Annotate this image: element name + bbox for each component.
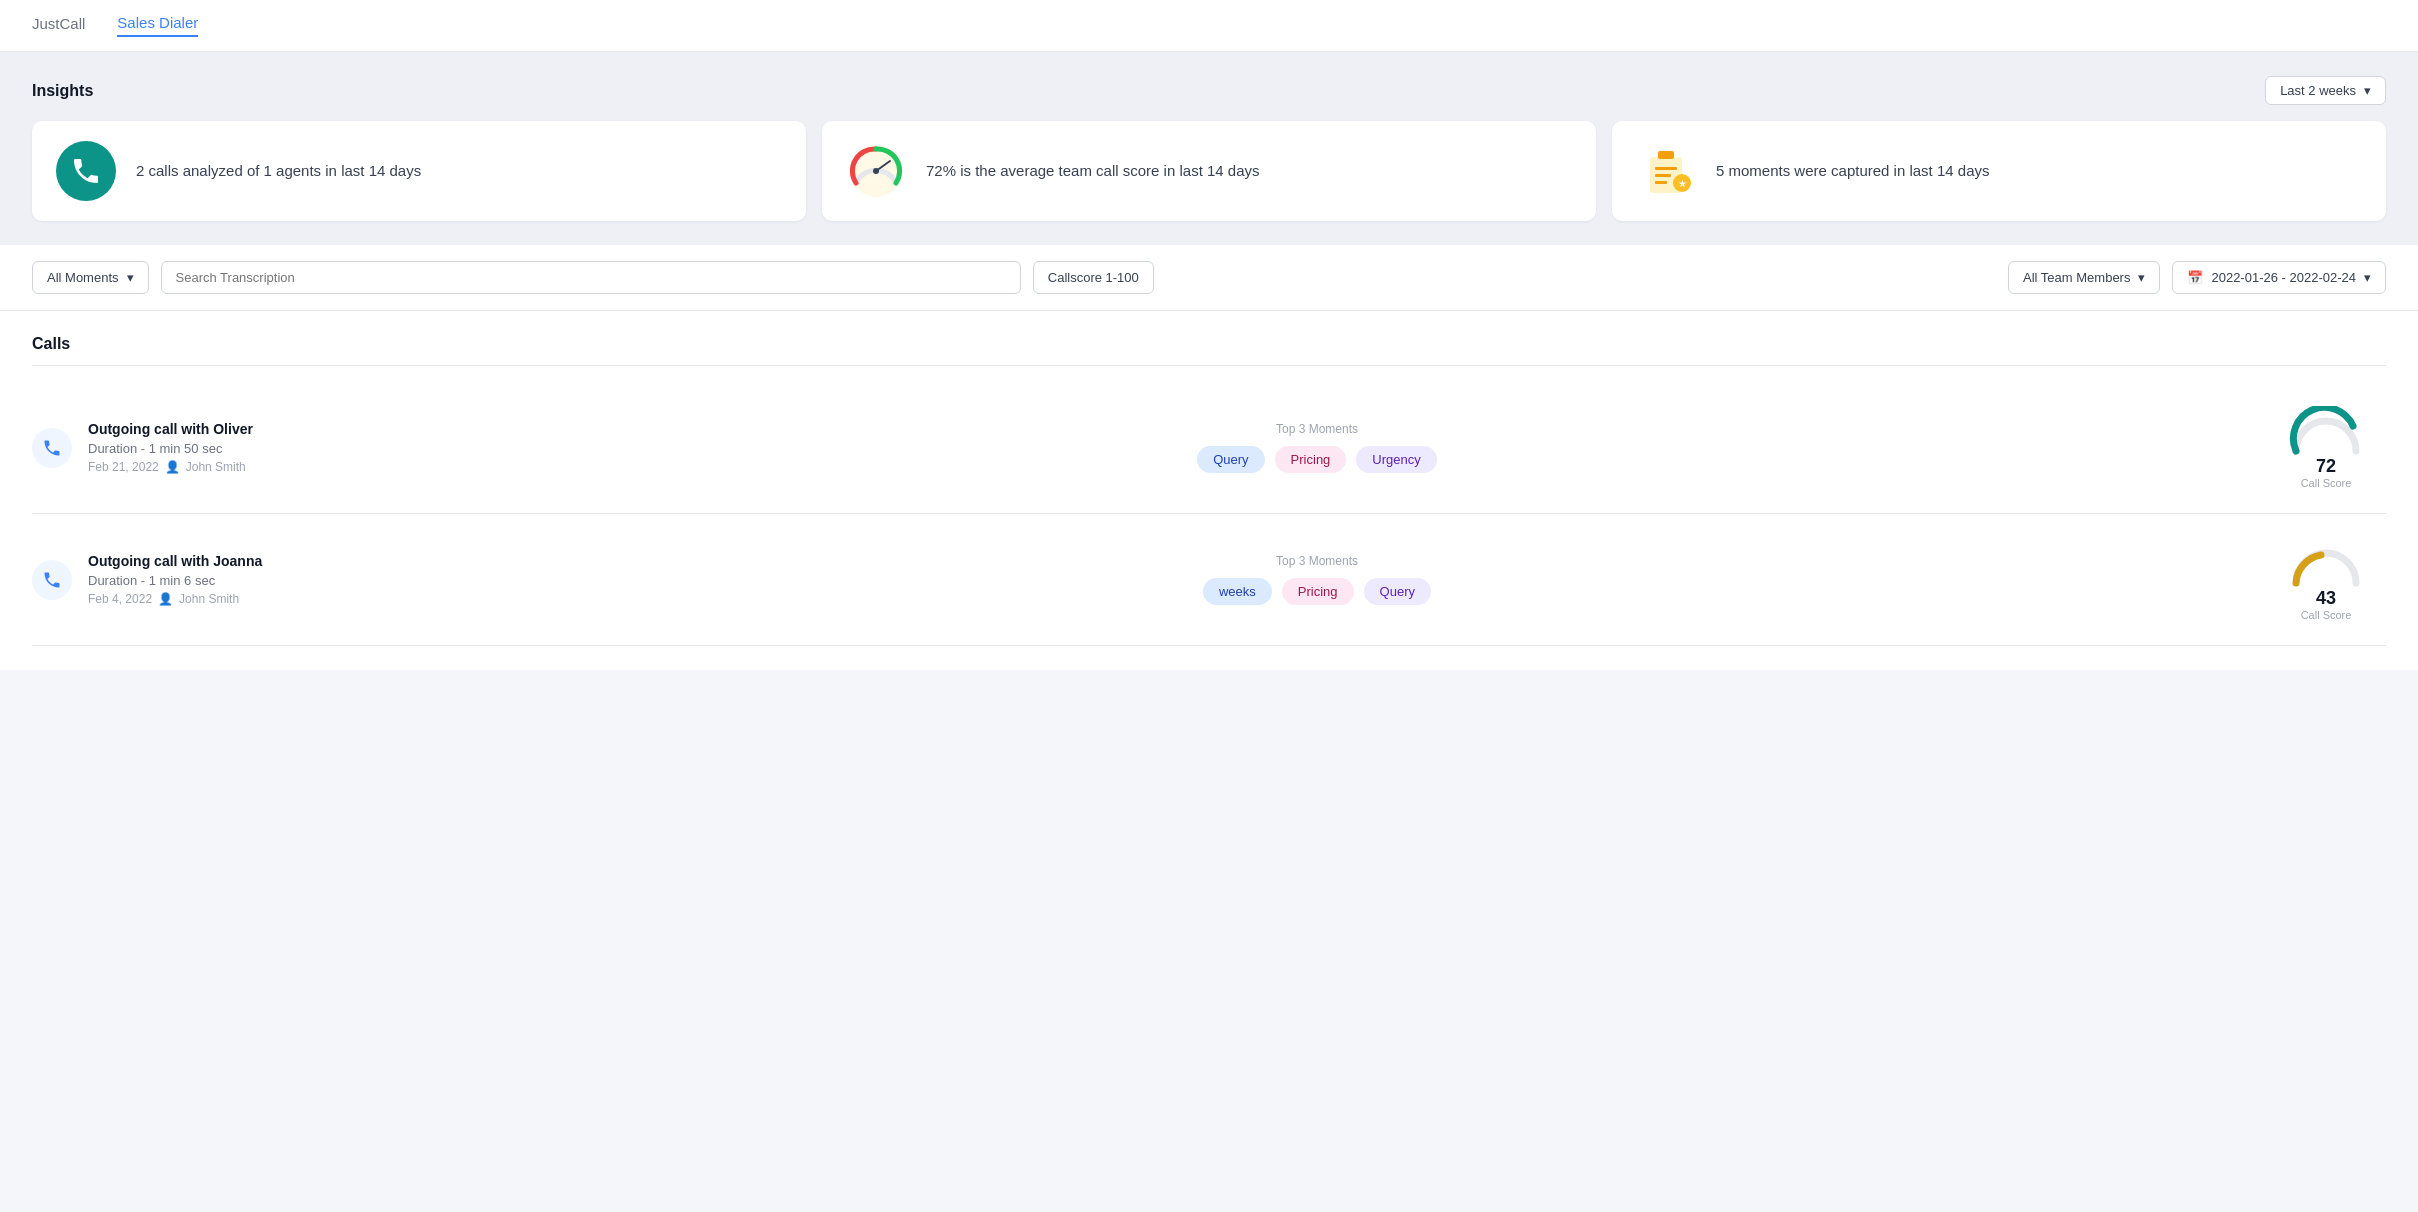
moments-tags: weeks Pricing Query — [1203, 578, 1431, 605]
call-score-gauge — [2286, 538, 2366, 588]
filters-bar: All Moments ▾ Callscore 1-100 All Team M… — [0, 245, 2418, 311]
tag-query: Query — [1364, 578, 1431, 605]
call-duration: Duration - 1 min 6 sec — [88, 573, 368, 588]
call-name: Outgoing call with Oliver — [88, 421, 368, 437]
moments-label: Top 3 Moments — [1276, 422, 1358, 436]
chevron-down-icon: ▾ — [127, 270, 134, 285]
moments-area: Top 3 Moments weeks Pricing Query — [384, 554, 2250, 605]
call-agent: John Smith — [186, 460, 246, 474]
gauge-icon — [846, 141, 906, 201]
agent-icon: 👤 — [165, 460, 180, 474]
chevron-down-icon: ▾ — [2138, 270, 2145, 285]
insights-section: Insights Last 2 weeks ▾ 2 calls analyzed… — [0, 52, 2418, 245]
team-members-label: All Team Members — [2023, 270, 2130, 285]
moments-tags: Query Pricing Urgency — [1197, 446, 1437, 473]
call-info: Outgoing call with Joanna Duration - 1 m… — [88, 553, 368, 606]
svg-rect-4 — [1658, 151, 1674, 159]
call-score-value: 72 — [2316, 456, 2336, 477]
table-row[interactable]: Outgoing call with Oliver Duration - 1 m… — [32, 382, 2386, 514]
call-score-value: 43 — [2316, 588, 2336, 609]
time-filter-label: Last 2 weeks — [2280, 83, 2356, 98]
date-range-select[interactable]: 📅 2022-01-26 - 2022-02-24 ▾ — [2172, 261, 2386, 294]
tag-urgency: Urgency — [1356, 446, 1436, 473]
svg-rect-7 — [1655, 181, 1667, 184]
chevron-down-icon: ▾ — [2364, 83, 2371, 98]
phone-icon — [56, 141, 116, 201]
insight-card-calls: 2 calls analyzed of 1 agents in last 14 … — [32, 121, 806, 221]
call-info: Outgoing call with Oliver Duration - 1 m… — [88, 421, 368, 474]
callscore-badge: Callscore 1-100 — [1033, 261, 1154, 294]
call-name: Outgoing call with Joanna — [88, 553, 368, 569]
insights-header: Insights Last 2 weeks ▾ — [32, 76, 2386, 105]
call-score-label: Call Score — [2301, 609, 2352, 621]
insight-card-score: 72% is the average team call score in la… — [822, 121, 1596, 221]
calls-section: Calls Outgoing call with Oliver Duration… — [0, 311, 2418, 670]
call-duration: Duration - 1 min 50 sec — [88, 441, 368, 456]
call-meta: Feb 21, 2022 👤 John Smith — [88, 460, 368, 474]
moments-filter-label: All Moments — [47, 270, 119, 285]
insights-cards: 2 calls analyzed of 1 agents in last 14 … — [32, 121, 2386, 221]
table-row[interactable]: Outgoing call with Joanna Duration - 1 m… — [32, 514, 2386, 646]
outgoing-call-icon — [32, 560, 72, 600]
insights-title: Insights — [32, 82, 93, 100]
date-range-label: 2022-01-26 - 2022-02-24 — [2211, 270, 2356, 285]
tag-pricing: Pricing — [1282, 578, 1354, 605]
top-nav: JustCall Sales Dialer — [0, 0, 2418, 52]
insight-calls-text: 2 calls analyzed of 1 agents in last 14 … — [136, 160, 421, 183]
moments-area: Top 3 Moments Query Pricing Urgency — [384, 422, 2250, 473]
calendar-icon: 📅 — [2187, 270, 2203, 285]
time-filter-select[interactable]: Last 2 weeks ▾ — [2265, 76, 2386, 105]
svg-text:★: ★ — [1678, 178, 1687, 189]
calls-title: Calls — [32, 335, 2386, 366]
nav-sales-dialer[interactable]: Sales Dialer — [117, 14, 198, 37]
insight-score-text: 72% is the average team call score in la… — [926, 160, 1260, 183]
call-date: Feb 4, 2022 — [88, 592, 152, 606]
call-score-label: Call Score — [2301, 477, 2352, 489]
nav-justcall[interactable]: JustCall — [32, 15, 85, 36]
call-date: Feb 21, 2022 — [88, 460, 159, 474]
team-members-select[interactable]: All Team Members ▾ — [2008, 261, 2160, 294]
insight-card-moments: ★ 5 moments were captured in last 14 day… — [1612, 121, 2386, 221]
svg-point-2 — [873, 168, 879, 174]
outgoing-call-icon — [32, 428, 72, 468]
tag-pricing: Pricing — [1275, 446, 1347, 473]
score-area: 43 Call Score — [2266, 538, 2386, 621]
score-area: 72 Call Score — [2266, 406, 2386, 489]
clipboard-icon: ★ — [1636, 141, 1696, 201]
tag-query: Query — [1197, 446, 1264, 473]
chevron-down-icon: ▾ — [2364, 270, 2371, 285]
moments-filter-select[interactable]: All Moments ▾ — [32, 261, 149, 294]
call-score-gauge — [2286, 406, 2366, 456]
call-meta: Feb 4, 2022 👤 John Smith — [88, 592, 368, 606]
call-agent: John Smith — [179, 592, 239, 606]
search-transcription-input[interactable] — [161, 261, 1021, 294]
tag-weeks: weeks — [1203, 578, 1272, 605]
moments-label: Top 3 Moments — [1276, 554, 1358, 568]
agent-icon: 👤 — [158, 592, 173, 606]
svg-rect-5 — [1655, 167, 1677, 170]
insight-moments-text: 5 moments were captured in last 14 days — [1716, 160, 1989, 183]
svg-rect-6 — [1655, 174, 1671, 177]
